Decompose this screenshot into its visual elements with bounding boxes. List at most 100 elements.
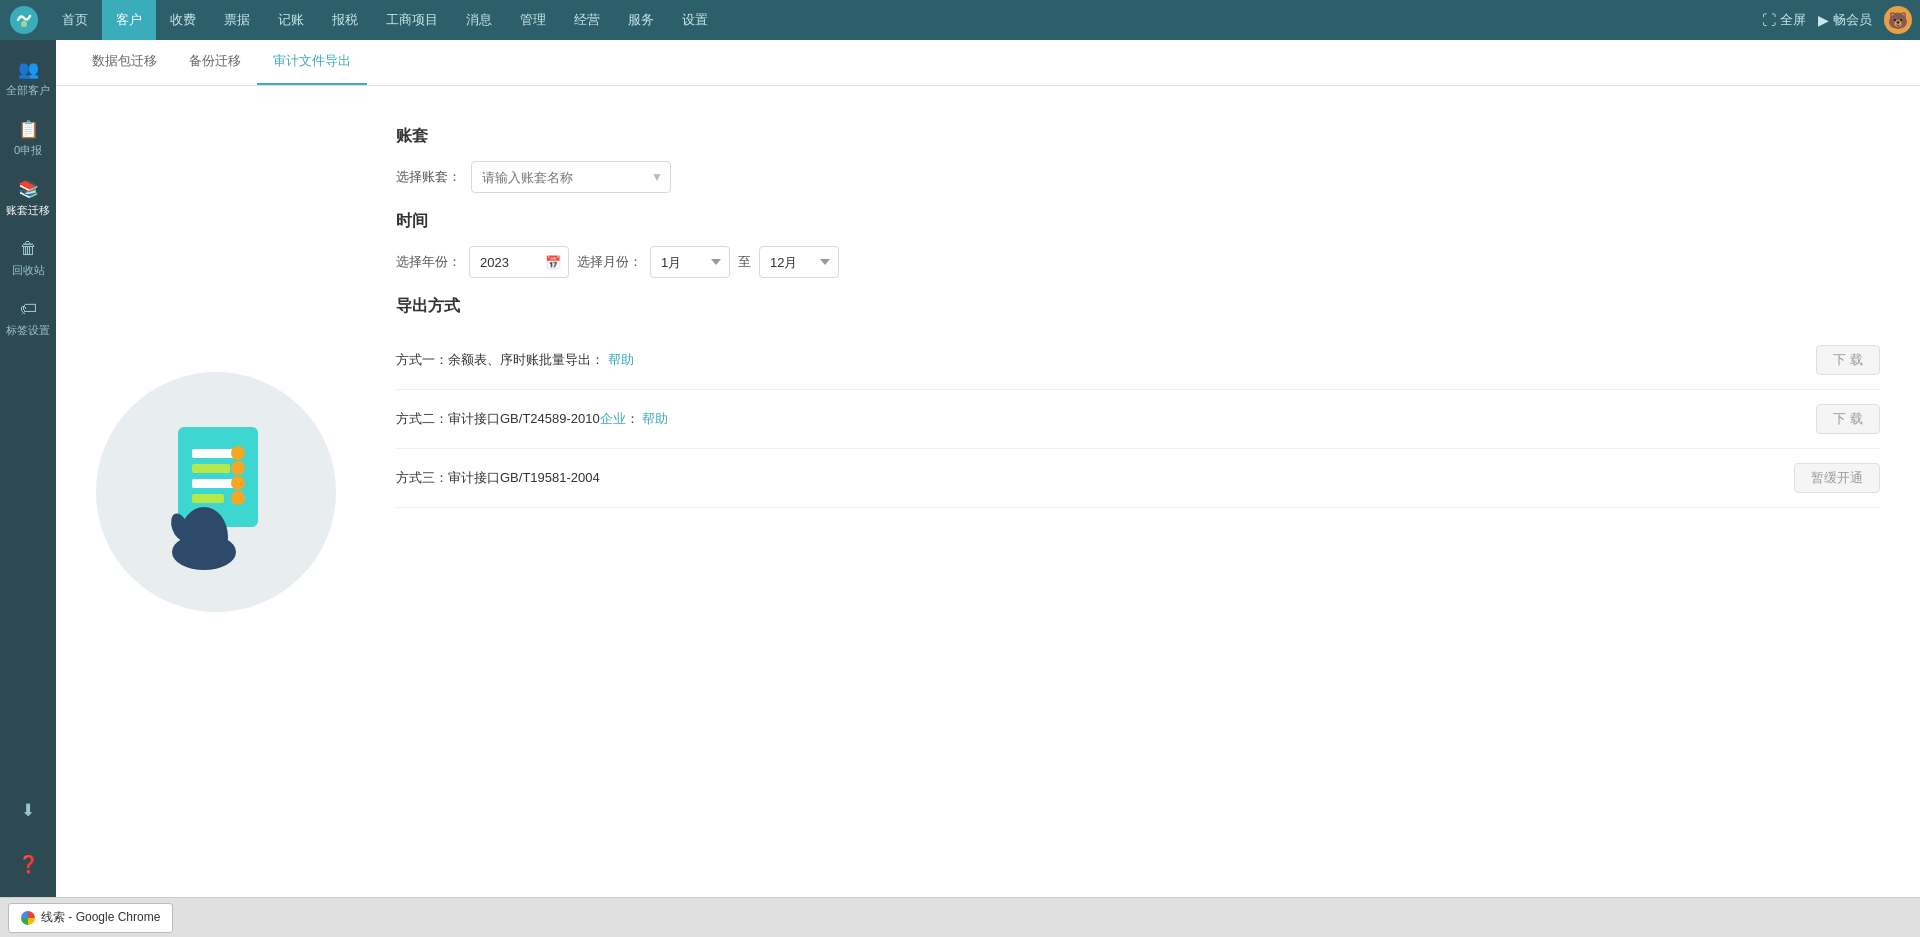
export-section-title: 导出方式 (396, 296, 1880, 317)
app-logo[interactable] (8, 4, 40, 36)
account-input-wrapper: ▼ (471, 161, 671, 193)
export-section: 导出方式 方式一：余额表、序时账批量导出： 帮助 下 载 方式二：审计接口GB/… (396, 296, 1880, 508)
sidebar-item-all-clients[interactable]: 👥 全部客户 (0, 48, 56, 108)
account-form-row: 选择账套： ▼ (396, 161, 1880, 193)
form-area: 账套 选择账套： ▼ 时间 选择年份： (396, 116, 1880, 867)
member-label: 畅会员 (1833, 11, 1872, 29)
end-month-select[interactable]: 1月2月3月4月 5月6月7月8月 9月10月11月12月 (759, 246, 839, 278)
svg-point-1 (21, 21, 27, 27)
chrome-icon (21, 911, 35, 925)
sidebar: 👥 全部客户 📋 0申报 📚 账套迁移 🗑 回收站 🏷 标签设置 ⬇ ❓ (0, 40, 56, 897)
year-input[interactable] (469, 246, 569, 278)
sidebar-item-all-clients-label: 全部客户 (6, 83, 50, 98)
download-icon: ⬇ (17, 799, 39, 821)
nav-message[interactable]: 消息 (452, 0, 506, 40)
tab-data-migration[interactable]: 数据包迁移 (76, 40, 173, 85)
svg-point-8 (231, 461, 245, 475)
sidebar-item-recycle[interactable]: 🗑 回收站 (0, 228, 56, 288)
svg-point-7 (231, 446, 245, 460)
svg-point-0 (10, 6, 38, 34)
export-method-2-colon: ： (626, 411, 639, 426)
export-method-2-download-btn[interactable]: 下 载 (1816, 404, 1880, 434)
fullscreen-icon: ⛶ (1762, 12, 1776, 28)
svg-point-10 (231, 491, 245, 505)
time-row: 选择年份： 📅 选择月份： 1月2月3月4月 5月6月7月8月 9月10月11月… (396, 246, 1880, 278)
export-method-3-member-btn[interactable]: 暂缓开通 (1794, 463, 1880, 493)
year-input-wrapper: 📅 (469, 246, 569, 278)
account-input[interactable] (471, 161, 671, 193)
tab-backup-migration[interactable]: 备份迁移 (173, 40, 257, 85)
account-label: 选择账套： (396, 168, 461, 186)
nav-right: ⛶ 全屏 ▶ 畅会员 🐻 (1762, 6, 1912, 34)
start-month-select[interactable]: 1月2月3月4月 5月6月7月8月 9月10月11月12月 (650, 246, 730, 278)
time-section: 时间 选择年份： 📅 选择月份： 1月2月3月4月 5月6月7月8月 9月10月… (396, 211, 1880, 278)
sidebar-item-tag-settings[interactable]: 🏷 标签设置 (0, 288, 56, 348)
audit-illustration (136, 407, 296, 577)
year-label: 选择年份： (396, 253, 461, 271)
account-migration-icon: 📚 (17, 178, 39, 200)
nav-tax[interactable]: 报税 (318, 0, 372, 40)
top-navigation: 首页 客户 收费 票据 记账 报税 工商项目 消息 管理 经营 服务 设置 ⛶ … (0, 0, 1920, 40)
nav-invoice[interactable]: 票据 (210, 0, 264, 40)
fullscreen-button[interactable]: ⛶ 全屏 (1762, 11, 1806, 29)
export-method-1-help[interactable]: 帮助 (608, 352, 634, 367)
svg-rect-5 (192, 479, 236, 488)
taskbar-chrome-item[interactable]: 线索 - Google Chrome (8, 903, 173, 933)
taskbar: 线索 - Google Chrome (0, 897, 1920, 937)
sidebar-item-zero-declaration[interactable]: 📋 0申报 (0, 108, 56, 168)
nav-client[interactable]: 客户 (102, 0, 156, 40)
nav-operation[interactable]: 经营 (560, 0, 614, 40)
svg-rect-6 (192, 494, 224, 503)
time-separator: 至 (738, 253, 751, 271)
video-icon: ▶ (1818, 12, 1829, 28)
tabs-bar: 数据包迁移 备份迁移 审计文件导出 (56, 40, 1920, 86)
account-section: 账套 选择账套： ▼ (396, 126, 1880, 193)
month-label: 选择月份： (577, 253, 642, 271)
dropdown-arrow-icon: ▼ (651, 170, 663, 184)
all-clients-icon: 👥 (17, 58, 39, 80)
tag-settings-icon: 🏷 (17, 298, 39, 320)
export-method-1-row: 方式一：余额表、序时账批量导出： 帮助 下 载 (396, 331, 1880, 390)
sidebar-item-tag-settings-label: 标签设置 (6, 323, 50, 338)
user-avatar[interactable]: 🐻 (1884, 6, 1912, 34)
time-section-title: 时间 (396, 211, 1880, 232)
nav-manage[interactable]: 管理 (506, 0, 560, 40)
export-method-3-label: 方式三：审计接口GB/T19581-2004 (396, 470, 600, 485)
export-method-2-help[interactable]: 帮助 (642, 411, 668, 426)
tab-audit-export[interactable]: 审计文件导出 (257, 40, 367, 85)
export-method-1-text: 方式一：余额表、序时账批量导出： 帮助 (396, 351, 634, 369)
content-area: 数据包迁移 备份迁移 审计文件导出 (56, 40, 1920, 897)
export-method-3-text: 方式三：审计接口GB/T19581-2004 (396, 469, 600, 487)
illustration-circle (96, 372, 336, 612)
zero-declaration-icon: 📋 (17, 118, 39, 140)
nav-business[interactable]: 工商项目 (372, 0, 452, 40)
nav-home[interactable]: 首页 (48, 0, 102, 40)
sidebar-item-help[interactable]: ❓ (0, 843, 56, 885)
export-method-1-label: 方式一：余额表、序时账批量导出： (396, 352, 604, 367)
export-method-2-text: 方式二：审计接口GB/T24589-2010企业： 帮助 (396, 410, 668, 428)
sidebar-item-recycle-label: 回收站 (12, 263, 45, 278)
svg-rect-4 (192, 464, 230, 473)
svg-rect-2 (178, 427, 258, 527)
nav-items: 首页 客户 收费 票据 记账 报税 工商项目 消息 管理 经营 服务 设置 (48, 0, 1762, 40)
export-method-2-row: 方式二：审计接口GB/T24589-2010企业： 帮助 下 载 (396, 390, 1880, 449)
main-layout: 👥 全部客户 📋 0申报 📚 账套迁移 🗑 回收站 🏷 标签设置 ⬇ ❓ (0, 40, 1920, 897)
nav-fee[interactable]: 收费 (156, 0, 210, 40)
nav-bookkeeping[interactable]: 记账 (264, 0, 318, 40)
sidebar-item-account-migration[interactable]: 📚 账套迁移 (0, 168, 56, 228)
export-method-3-row: 方式三：审计接口GB/T19581-2004 暂缓开通 (396, 449, 1880, 508)
member-button[interactable]: ▶ 畅会员 (1818, 11, 1872, 29)
nav-settings[interactable]: 设置 (668, 0, 722, 40)
sidebar-item-download[interactable]: ⬇ (0, 789, 56, 831)
fullscreen-label: 全屏 (1780, 11, 1806, 29)
svg-point-9 (231, 476, 245, 490)
recycle-icon: 🗑 (17, 238, 39, 260)
nav-service[interactable]: 服务 (614, 0, 668, 40)
sidebar-item-account-migration-label: 账套迁移 (6, 203, 50, 218)
export-method-2-company[interactable]: 企业 (600, 411, 626, 426)
taskbar-chrome-label: 线索 - Google Chrome (41, 909, 160, 926)
export-method-1-download-btn[interactable]: 下 载 (1816, 345, 1880, 375)
sidebar-item-zero-declaration-label: 0申报 (14, 143, 42, 158)
help-icon: ❓ (17, 853, 39, 875)
page-content: 账套 选择账套： ▼ 时间 选择年份： (56, 86, 1920, 897)
